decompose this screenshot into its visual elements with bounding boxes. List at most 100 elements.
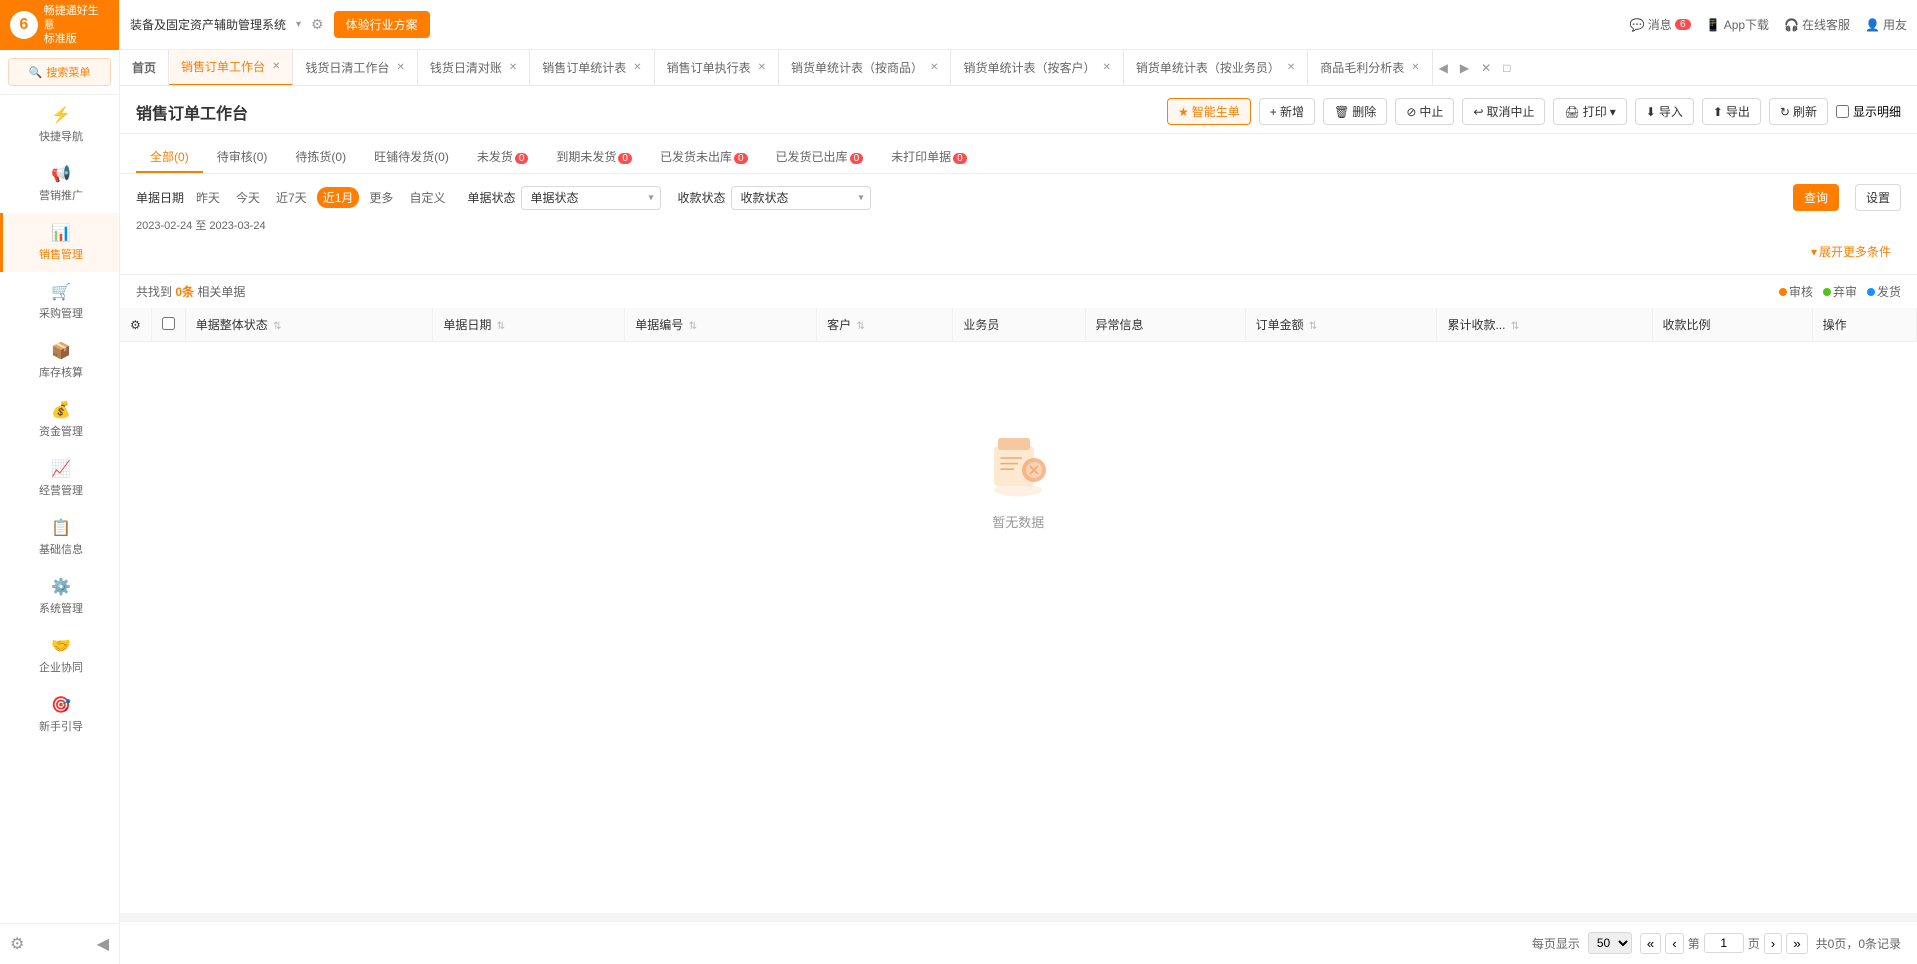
- tabbar: 首页 销售订单工作台 ✕ 钱货日清工作台 ✕ 钱货日清对账 ✕ 销售订单统计表 …: [120, 50, 1917, 86]
- subtab-wangpu[interactable]: 旺铺待发货(0): [360, 142, 463, 173]
- tab-sales-order[interactable]: 销售订单工作台 ✕: [169, 50, 293, 86]
- system-icon: ⚙️: [51, 577, 71, 597]
- last-page-button[interactable]: »: [1786, 933, 1807, 954]
- tab-sales-summary-customer-close[interactable]: ✕: [1102, 62, 1110, 73]
- th-received[interactable]: 累计收款... ⇅: [1437, 308, 1652, 342]
- show-detail-label[interactable]: 显示明细: [1836, 103, 1901, 120]
- tab-home[interactable]: 首页: [120, 50, 169, 86]
- date-opt-yesterday[interactable]: 昨天: [190, 187, 226, 208]
- show-detail-checkbox[interactable]: [1836, 105, 1849, 118]
- th-amount[interactable]: 订单金额 ⇅: [1245, 308, 1437, 342]
- subtab-all[interactable]: 全部(0): [136, 142, 203, 173]
- refresh-button[interactable]: ↻ 刷新: [1769, 98, 1828, 125]
- th-settings[interactable]: ⚙: [120, 308, 151, 342]
- tab-margin-analysis[interactable]: 商品毛利分析表 ✕: [1308, 50, 1432, 86]
- sidebar-item-finance[interactable]: 💰 资金管理: [0, 390, 119, 449]
- tab-next-button[interactable]: ▶: [1454, 61, 1475, 75]
- th-salesperson[interactable]: 业务员: [953, 308, 1085, 342]
- print-button[interactable]: 🖨 打印 ▾: [1553, 98, 1626, 125]
- tab-cash-daily-close[interactable]: ✕: [396, 62, 404, 73]
- tab-sales-summary-staff[interactable]: 销货单统计表（按业务员） ✕: [1124, 50, 1308, 86]
- sidebar-nav: ⚡ 快捷导航 📢 营销推广 📊 销售管理 🛒 采购管理 📦 库存核算 💰 资金管…: [0, 95, 119, 923]
- topbar-gear-icon[interactable]: ⚙: [311, 16, 324, 33]
- subtab-shipped-not-stored[interactable]: 已发货未出库0: [646, 142, 762, 173]
- subtab-pending-review[interactable]: 待审核(0): [203, 142, 282, 173]
- subtab-shipped-stored[interactable]: 已发货已出库0: [762, 142, 878, 173]
- filter-settings-button[interactable]: 设置: [1855, 184, 1901, 211]
- date-opt-1month[interactable]: 近1月: [317, 187, 360, 208]
- th-exception[interactable]: 异常信息: [1085, 308, 1245, 342]
- tab-sales-summary-customer[interactable]: 销货单统计表（按客户） ✕: [951, 50, 1123, 86]
- sidebar-item-marketing[interactable]: 📢 营销推广: [0, 154, 119, 213]
- date-opt-more[interactable]: 更多: [363, 187, 399, 208]
- tab-sales-summary-product[interactable]: 销货单统计表（按商品） ✕: [779, 50, 951, 86]
- audit-button[interactable]: 审核: [1779, 283, 1813, 300]
- tab-sales-stats[interactable]: 销售订单统计表 ✕: [530, 50, 654, 86]
- sidebar-item-operations[interactable]: 📈 经营管理: [0, 449, 119, 508]
- page-input[interactable]: [1704, 933, 1744, 953]
- th-date[interactable]: 单据日期 ⇅: [433, 308, 625, 342]
- subtab-not-shipped[interactable]: 未发货0: [463, 142, 543, 173]
- tab-sales-exec[interactable]: 销售订单执行表 ✕: [655, 50, 779, 86]
- sidebar-collapse-button[interactable]: ◀: [97, 934, 109, 954]
- expand-filters-button[interactable]: ▾ 展开更多条件: [1801, 239, 1901, 264]
- tab-sales-summary-staff-close[interactable]: ✕: [1287, 62, 1295, 73]
- sidebar-settings-button[interactable]: ⚙: [10, 934, 24, 954]
- app-download-button[interactable]: 📱 App下载: [1706, 16, 1769, 33]
- first-page-button[interactable]: «: [1640, 933, 1661, 954]
- query-button[interactable]: 查询: [1793, 184, 1839, 211]
- page-size-select[interactable]: 50: [1588, 932, 1632, 954]
- sidebar-item-purchase[interactable]: 🛒 采购管理: [0, 272, 119, 331]
- tab-margin-analysis-close[interactable]: ✕: [1411, 62, 1419, 73]
- horizontal-scrollbar[interactable]: [120, 913, 1917, 921]
- tab-cash-reconcile-close[interactable]: ✕: [509, 62, 517, 73]
- tab-cash-reconcile[interactable]: 钱货日清对账 ✕: [418, 50, 530, 86]
- subtab-not-printed[interactable]: 未打印单据0: [877, 142, 981, 173]
- sidebar-item-inventory[interactable]: 📦 库存核算: [0, 331, 119, 390]
- export-icon: ⬆: [1713, 105, 1723, 119]
- online-service-button[interactable]: 🎧 在线客服: [1784, 16, 1850, 33]
- cancel-stop-button[interactable]: ↩ 取消中止: [1462, 98, 1545, 125]
- sidebar-item-quick-nav[interactable]: ⚡ 快捷导航: [0, 95, 119, 154]
- next-page-button[interactable]: ›: [1764, 933, 1782, 954]
- solution-button[interactable]: 体验行业方案: [334, 11, 430, 38]
- date-opt-7days[interactable]: 近7天: [270, 187, 313, 208]
- date-opt-today[interactable]: 今天: [230, 187, 266, 208]
- export-button[interactable]: ⬆ 导出: [1702, 98, 1761, 125]
- th-number[interactable]: 单据编号 ⇅: [625, 308, 817, 342]
- prev-page-button[interactable]: ‹: [1665, 933, 1683, 954]
- topbar-dropdown-icon[interactable]: ▾: [296, 19, 301, 30]
- date-opt-custom[interactable]: 自定义: [403, 187, 451, 208]
- stop-button[interactable]: ⊘ 中止: [1395, 98, 1454, 125]
- tab-sales-stats-close[interactable]: ✕: [633, 62, 641, 73]
- sidebar-item-enterprise[interactable]: 🤝 企业协同: [0, 626, 119, 685]
- sidebar-item-sales[interactable]: 📊 销售管理: [0, 213, 119, 272]
- subtab-overdue[interactable]: 到期未发货0: [542, 142, 646, 173]
- table-body: 暂无数据: [120, 342, 1917, 612]
- deliver-button[interactable]: 发货: [1867, 283, 1901, 300]
- sidebar-item-guide[interactable]: 🎯 新手引导: [0, 685, 119, 744]
- tab-prev-button[interactable]: ◀: [1433, 61, 1454, 75]
- payment-select[interactable]: 收款状态: [731, 186, 871, 210]
- sidebar-item-basic-info[interactable]: 📋 基础信息: [0, 508, 119, 567]
- select-all-checkbox[interactable]: [162, 317, 175, 330]
- th-customer[interactable]: 客户 ⇅: [817, 308, 953, 342]
- subtab-pending-check[interactable]: 待拣货(0): [281, 142, 360, 173]
- tab-sales-summary-product-close[interactable]: ✕: [930, 62, 938, 73]
- smart-create-button[interactable]: ★ 智能生单: [1167, 98, 1251, 125]
- tab-cash-daily[interactable]: 钱货日清工作台 ✕: [293, 50, 417, 86]
- tab-sales-order-close[interactable]: ✕: [272, 61, 280, 72]
- th-status[interactable]: 单据整体状态 ⇅: [185, 308, 433, 342]
- status-select[interactable]: 单据状态: [521, 186, 661, 210]
- sidebar-item-system[interactable]: ⚙️ 系统管理: [0, 567, 119, 626]
- add-button[interactable]: + 新增: [1259, 98, 1315, 125]
- tab-close-all-button[interactable]: ✕: [1475, 61, 1497, 75]
- message-button[interactable]: 💬 消息 6: [1630, 16, 1691, 33]
- import-button[interactable]: ⬇ 导入: [1635, 98, 1694, 125]
- search-menu-button[interactable]: 🔍 搜索菜单: [8, 58, 111, 86]
- delete-button[interactable]: 🗑 删除: [1323, 98, 1387, 125]
- tab-sales-exec-close[interactable]: ✕: [758, 62, 766, 73]
- unaudit-button[interactable]: 弃审: [1823, 283, 1857, 300]
- user-menu-button[interactable]: 👤 用友: [1865, 16, 1907, 33]
- tab-maximize-button[interactable]: □: [1497, 61, 1516, 75]
